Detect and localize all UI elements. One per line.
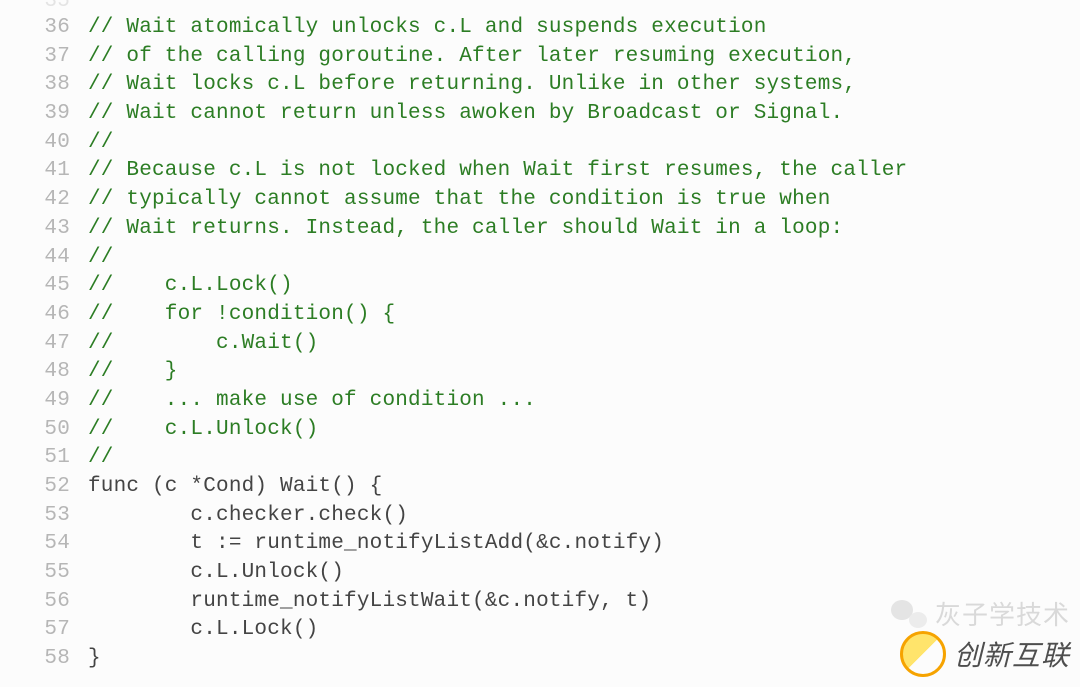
code-span: // ... make use of condition ... xyxy=(88,389,536,412)
code-text: // typically cannot assume that the cond… xyxy=(88,186,831,215)
code-span: // c.L.Lock() xyxy=(88,274,293,297)
code-line: 52func (c *Cond) Wait() { xyxy=(0,473,1080,502)
code-line: 43// Wait returns. Instead, the caller s… xyxy=(0,215,1080,244)
code-text: // ... make use of condition ... xyxy=(88,387,536,416)
code-span: // xyxy=(88,446,114,469)
code-text: c.checker.check() xyxy=(88,502,408,531)
code-text: c.L.Lock() xyxy=(88,616,318,645)
line-number: 49 xyxy=(0,387,88,416)
line-number: 45 xyxy=(0,272,88,301)
code-line: 55 c.L.Unlock() xyxy=(0,559,1080,588)
line-number: 50 xyxy=(0,416,88,445)
code-line: 45// c.L.Lock() xyxy=(0,272,1080,301)
code-line: 42// typically cannot assume that the co… xyxy=(0,186,1080,215)
line-number: 38 xyxy=(0,71,88,100)
code-text: c.L.Unlock() xyxy=(88,559,344,588)
watermark-brand: 创新互联 xyxy=(900,631,1070,677)
code-span: runtime_notifyListWait(&c.notify, t) xyxy=(88,590,651,613)
code-text: // Wait returns. Instead, the caller sho… xyxy=(88,215,843,244)
code-span: func (c *Cond) Wait() { xyxy=(88,475,382,498)
line-number: 46 xyxy=(0,301,88,330)
code-line: 54 t := runtime_notifyListAdd(&c.notify) xyxy=(0,530,1080,559)
line-number: 39 xyxy=(0,100,88,129)
code-span: c.L.Unlock() xyxy=(88,561,344,584)
code-text: // c.Wait() xyxy=(88,330,318,359)
code-text: func (c *Cond) Wait() { xyxy=(88,473,382,502)
code-line: 37// of the calling goroutine. After lat… xyxy=(0,43,1080,72)
code-span: // typically cannot assume that the cond… xyxy=(88,188,831,211)
line-number: 57 xyxy=(0,616,88,645)
watermark-brand-text: 创新互联 xyxy=(954,634,1070,674)
code-line: 50// c.L.Unlock() xyxy=(0,416,1080,445)
code-line: 47// c.Wait() xyxy=(0,330,1080,359)
line-number: 53 xyxy=(0,502,88,531)
code-text: // Wait locks c.L before returning. Unli… xyxy=(88,71,856,100)
code-line: 49// ... make use of condition ... xyxy=(0,387,1080,416)
brand-logo-icon xyxy=(900,631,946,677)
code-text: } xyxy=(88,645,101,674)
line-number: 56 xyxy=(0,588,88,617)
line-number: 42 xyxy=(0,186,88,215)
code-text: // Wait atomically unlocks c.L and suspe… xyxy=(88,14,767,43)
code-span: // of the calling goroutine. After later… xyxy=(88,45,856,68)
code-text: // Wait cannot return unless awoken by B… xyxy=(88,100,843,129)
code-text: // xyxy=(88,244,114,273)
code-span: // xyxy=(88,246,114,269)
code-text: // for !condition() { xyxy=(88,301,395,330)
wechat-icon xyxy=(891,598,927,630)
line-number: 52 xyxy=(0,473,88,502)
code-line: 53 c.checker.check() xyxy=(0,502,1080,531)
line-number: 43 xyxy=(0,215,88,244)
code-span: } xyxy=(88,647,101,670)
code-line: 48// } xyxy=(0,358,1080,387)
code-span: // Wait returns. Instead, the caller sho… xyxy=(88,217,843,240)
code-span: // Wait cannot return unless awoken by B… xyxy=(88,102,843,125)
code-line: 44// xyxy=(0,244,1080,273)
code-span: // Because c.L is not locked when Wait f… xyxy=(88,159,907,182)
code-span: // Wait locks c.L before returning. Unli… xyxy=(88,73,856,96)
line-number: 48 xyxy=(0,358,88,387)
code-text: // Because c.L is not locked when Wait f… xyxy=(88,157,907,186)
code-text: // xyxy=(88,444,114,473)
code-span: // } xyxy=(88,360,178,383)
line-number: 44 xyxy=(0,244,88,273)
code-line: 38// Wait locks c.L before returning. Un… xyxy=(0,71,1080,100)
code-span: // c.Wait() xyxy=(88,332,318,355)
code-span: // c.L.Unlock() xyxy=(88,418,318,441)
line-number: 40 xyxy=(0,129,88,158)
watermark-wechat-text: 灰子学技术 xyxy=(935,595,1070,632)
code-line: 40// xyxy=(0,129,1080,158)
code-text: runtime_notifyListWait(&c.notify, t) xyxy=(88,588,651,617)
code-span: c.L.Lock() xyxy=(88,618,318,641)
line-number: 41 xyxy=(0,157,88,186)
code-line: 41// Because c.L is not locked when Wait… xyxy=(0,157,1080,186)
code-text: t := runtime_notifyListAdd(&c.notify) xyxy=(88,530,664,559)
code-line: 35 xyxy=(0,2,1080,14)
code-span: // Wait atomically unlocks c.L and suspe… xyxy=(88,16,767,39)
code-span: t := runtime_notifyListAdd(&c.notify) xyxy=(88,532,664,555)
watermark-wechat: 灰子学技术 xyxy=(891,595,1070,632)
line-number: 47 xyxy=(0,330,88,359)
line-number: 54 xyxy=(0,530,88,559)
code-text: // } xyxy=(88,358,178,387)
code-text: // of the calling goroutine. After later… xyxy=(88,43,856,72)
line-number: 51 xyxy=(0,444,88,473)
code-span: // for !condition() { xyxy=(88,303,395,326)
line-number: 37 xyxy=(0,43,88,72)
code-line: 51// xyxy=(0,444,1080,473)
code-text: // xyxy=(88,129,114,158)
code-line: 46// for !condition() { xyxy=(0,301,1080,330)
code-text: // c.L.Lock() xyxy=(88,272,293,301)
code-line: 39// Wait cannot return unless awoken by… xyxy=(0,100,1080,129)
line-number: 58 xyxy=(0,645,88,674)
code-text: // c.L.Unlock() xyxy=(88,416,318,445)
line-number: 36 xyxy=(0,14,88,43)
code-line: 36// Wait atomically unlocks c.L and sus… xyxy=(0,14,1080,43)
code-editor: 3536// Wait atomically unlocks c.L and s… xyxy=(0,0,1080,674)
code-span: // xyxy=(88,131,114,154)
code-span: c.checker.check() xyxy=(88,504,408,527)
line-number: 55 xyxy=(0,559,88,588)
